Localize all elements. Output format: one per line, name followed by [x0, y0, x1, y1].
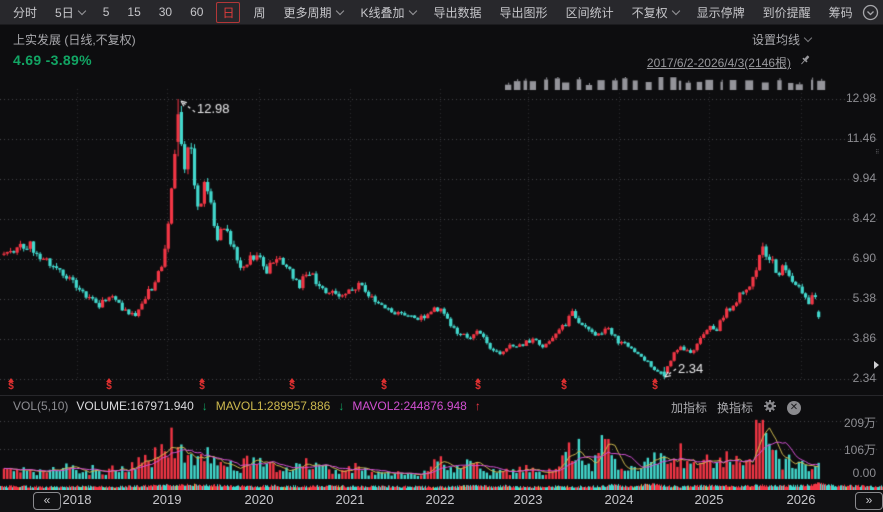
last-price-and-change: 4.69 -3.89%: [13, 52, 92, 68]
ma-settings-dropdown[interactable]: 设置均线: [752, 31, 811, 48]
toolbar-item-60[interactable]: 60: [181, 5, 212, 19]
mavol2-value: MAVOL2:244876.948: [352, 399, 467, 413]
toolbar-item-15[interactable]: 15: [118, 5, 149, 19]
toolbar-item-日[interactable]: 日: [216, 2, 240, 23]
toolbar-item-5[interactable]: 5: [94, 5, 119, 19]
toolbar-item-不复权[interactable]: 不复权: [623, 4, 688, 21]
year-label: 2022: [426, 492, 455, 507]
dividend-marker[interactable]: $: [472, 378, 484, 392]
chart-event-icons: [503, 77, 833, 91]
volume-axis-label: 209万: [828, 414, 876, 431]
date-range-link[interactable]: 2017/6/2-2026/4/3(2146根): [647, 54, 791, 71]
switch-indicator-button[interactable]: 换指标: [717, 399, 753, 416]
dividend-marker[interactable]: $: [196, 378, 208, 392]
price-axis-label: 2.34: [828, 371, 876, 385]
toolbar-item-周[interactable]: 周: [244, 4, 274, 21]
mavol1-down-arrow: ↓: [338, 399, 344, 413]
scroll-left-button[interactable]: «: [33, 492, 61, 510]
price-axis-label: 6.90: [828, 251, 876, 265]
dividend-marker[interactable]: $: [286, 378, 298, 392]
dividend-marker[interactable]: $: [5, 378, 17, 392]
year-label: 2018: [63, 492, 92, 507]
year-label: 2024: [605, 492, 634, 507]
chevron-down-icon: [671, 6, 679, 14]
year-label: 2026: [787, 492, 816, 507]
chart-navigator-strip[interactable]: [0, 482, 883, 490]
top-toolbar: 分时5日5153060 日周更多周期K线叠加导出数据导出图形区间统计不复权显示停牌…: [0, 0, 883, 25]
year-label: 2020: [245, 492, 274, 507]
expand-right-arrow[interactable]: [874, 361, 879, 369]
toolbar-icons: [862, 4, 883, 21]
dividend-marker[interactable]: $: [103, 378, 115, 392]
dividend-marker[interactable]: $: [378, 378, 390, 392]
mavol1-value: MAVOL1:289957.886: [216, 399, 331, 413]
scroll-right-button[interactable]: »: [855, 492, 883, 510]
price-axis-label: 9.94: [828, 171, 876, 185]
mavol2-up-arrow: ↑: [475, 399, 481, 413]
pane-separator: [0, 395, 883, 396]
price-axis-label: 8.42: [828, 211, 876, 225]
add-indicator-button[interactable]: 加指标: [671, 399, 707, 416]
last-price: 4.69: [13, 52, 41, 68]
volume-down-arrow: ↓: [202, 399, 208, 413]
change-percent: -3.89%: [46, 52, 92, 68]
vol-indicator-label[interactable]: VOL(5,10): [13, 399, 68, 413]
volume-axis-label: 0.00: [828, 466, 876, 480]
stock-chart-window: 分时5日5153060 日周更多周期K线叠加导出数据导出图形区间统计不复权显示停牌…: [0, 0, 883, 512]
toolbar-item-30[interactable]: 30: [150, 5, 181, 19]
toolbar-item-导出数据[interactable]: 导出数据: [425, 4, 491, 21]
pane-drag-handle[interactable]: ⠿: [875, 151, 881, 167]
price-axis-label: 11.46: [828, 131, 876, 145]
year-label: 2023: [514, 492, 543, 507]
dividend-marker[interactable]: $: [558, 378, 570, 392]
volume-pane-controls: 加指标 换指标 ✕: [671, 399, 801, 416]
price-axis-label: 5.38: [828, 291, 876, 305]
year-label: 2019: [153, 492, 182, 507]
close-icon[interactable]: ✕: [787, 401, 801, 415]
dividend-marker[interactable]: $: [649, 378, 661, 392]
pin-icon[interactable]: [799, 54, 811, 72]
volume-value: VOLUME:167971.940: [76, 399, 193, 413]
volume-axis-label: 106万: [828, 441, 876, 458]
toolbar-item-K线叠加[interactable]: K线叠加: [352, 4, 425, 21]
toolbar-item-筹码[interactable]: 筹码: [820, 4, 862, 21]
candlestick-chart[interactable]: [0, 75, 883, 395]
price-axis-label: 3.86: [828, 331, 876, 345]
volume-indicator-header: VOL(5,10) VOLUME:167971.940 ↓ MAVOL1:289…: [13, 399, 481, 413]
year-label: 2025: [695, 492, 724, 507]
toolbar-item-5日[interactable]: 5日: [46, 4, 94, 21]
symbol-title: 上实发展 (日线,不复权): [13, 31, 136, 48]
price-axis-label: 12.98: [828, 91, 876, 105]
toolbar-item-到价提醒[interactable]: 到价提醒: [754, 4, 820, 21]
toolbar-items: 分时5日5153060 日周更多周期K线叠加导出数据导出图形区间统计不复权显示停牌…: [4, 2, 862, 23]
toolbar-item-显示停牌[interactable]: 显示停牌: [688, 4, 754, 21]
toolbar-item-更多周期[interactable]: 更多周期: [275, 4, 352, 21]
volume-chart[interactable]: [0, 415, 883, 481]
chevron-down-icon: [335, 6, 343, 14]
chevron-down-icon: [408, 6, 416, 14]
toolbar-item-导出图形[interactable]: 导出图形: [491, 4, 557, 21]
toolbar-item-分时[interactable]: 分时: [4, 4, 46, 21]
toolbar-item-区间统计[interactable]: 区间统计: [557, 4, 623, 21]
year-label: 2021: [336, 492, 365, 507]
history-clock-icon[interactable]: [862, 4, 879, 21]
chevron-down-icon: [804, 34, 812, 42]
chevron-down-icon: [77, 6, 85, 14]
gear-icon[interactable]: [763, 399, 777, 416]
